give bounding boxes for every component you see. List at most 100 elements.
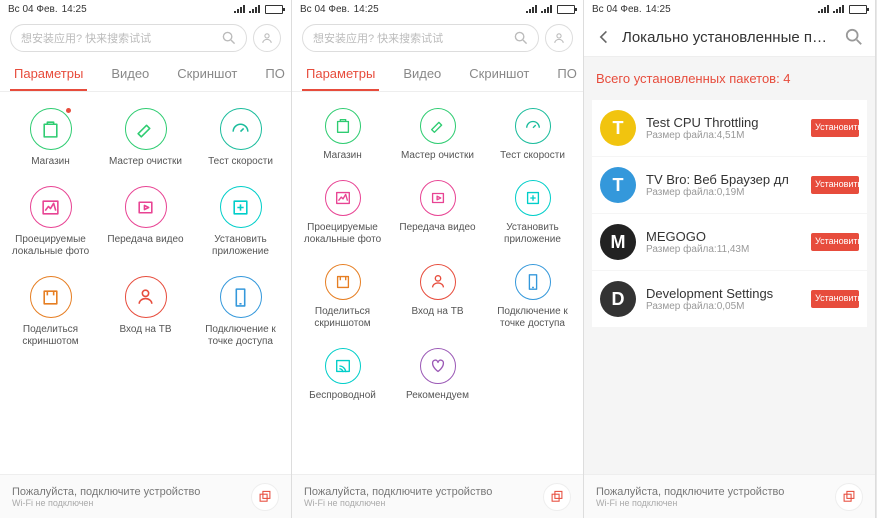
app-info: Test CPU ThrottlingРазмер файла:4,51M bbox=[646, 115, 801, 141]
grid-item[interactable]: Проецируемые локальные фото bbox=[4, 178, 97, 266]
grid-item[interactable]: Поделиться скриншотом bbox=[4, 268, 97, 356]
devices-icon bbox=[842, 490, 856, 504]
app-name: MEGOGO bbox=[646, 229, 801, 244]
grid-item[interactable]: Вход на ТВ bbox=[391, 256, 484, 338]
grid-item[interactable]: Тест скорости bbox=[486, 100, 579, 170]
grid-item[interactable]: Рекомендуем bbox=[391, 340, 484, 410]
grid-item-label: Мастер очистки bbox=[401, 150, 474, 162]
footer-sub: Wi-Fi не подключен bbox=[596, 498, 835, 508]
grid-item-label: Подключение к точке доступа bbox=[199, 324, 283, 348]
search-icon bbox=[845, 28, 863, 46]
grid-item-label: Проецируемые локальные фото bbox=[9, 234, 93, 258]
footer: Пожалуйста, подключите устройство Wi-Fi … bbox=[292, 474, 583, 518]
back-button[interactable] bbox=[596, 29, 612, 45]
tab-video[interactable]: Видео bbox=[107, 58, 153, 91]
tab-software[interactable]: ПО bbox=[553, 58, 580, 91]
search-button[interactable] bbox=[845, 28, 863, 46]
app-size: Размер файла:0,05M bbox=[646, 301, 801, 312]
footer-devices-button[interactable] bbox=[835, 483, 863, 511]
signal-icon bbox=[234, 5, 246, 13]
grid-item[interactable]: Мастер очистки bbox=[391, 100, 484, 170]
photo-icon bbox=[30, 186, 72, 228]
search-input[interactable]: 想安装应用? 快来搜索试试 bbox=[302, 24, 539, 52]
grid-item-label: Магазин bbox=[31, 156, 70, 168]
status-bar: Вс 04 Фев. 14:25 bbox=[0, 0, 291, 18]
grid-item[interactable]: Проецируемые локальные фото bbox=[296, 172, 389, 254]
heart-icon bbox=[420, 348, 456, 384]
app-icon: T bbox=[600, 110, 636, 146]
footer-title: Пожалуйста, подключите устройство bbox=[304, 486, 543, 498]
app-row[interactable]: TTV Bro: Веб Браузер длРазмер файла:0,19… bbox=[592, 157, 867, 214]
user-button[interactable] bbox=[253, 24, 281, 52]
feature-grid: Магазин Мастер очистки Тест скорости Проеци… bbox=[292, 92, 583, 474]
install-button[interactable]: Установить bbox=[811, 233, 859, 251]
status-bar: Вс 04 Фев. 14:25 bbox=[584, 0, 875, 18]
tab-screenshot[interactable]: Скриншот bbox=[465, 58, 533, 91]
footer-sub: Wi-Fi не подключен bbox=[12, 498, 251, 508]
battery-icon bbox=[849, 5, 867, 14]
search-row: 想安装应用? 快来搜索试试 bbox=[0, 18, 291, 58]
status-date: Вс 04 Фев. bbox=[8, 4, 58, 15]
grid-item[interactable]: Подключение к точке доступа bbox=[486, 256, 579, 338]
photo-icon bbox=[325, 180, 361, 216]
gauge-icon bbox=[515, 108, 551, 144]
grid-item-label: Рекомендуем bbox=[406, 390, 469, 402]
search-placeholder: 想安装应用? 快来搜索试试 bbox=[313, 30, 514, 46]
signal-icon bbox=[833, 5, 845, 13]
install-button[interactable]: Установить bbox=[811, 119, 859, 137]
grid-item-label: Магазин bbox=[323, 150, 362, 162]
gauge-icon bbox=[220, 108, 262, 150]
grid-item-label: Поделиться скриншотом bbox=[301, 306, 385, 330]
grid-item[interactable]: Магазин bbox=[296, 100, 389, 170]
grid-item[interactable]: Передача видео bbox=[99, 178, 192, 266]
tab-software[interactable]: ПО bbox=[261, 58, 288, 91]
grid-item[interactable]: Беспроводной bbox=[296, 340, 389, 410]
footer-devices-button[interactable] bbox=[251, 483, 279, 511]
brush-icon bbox=[125, 108, 167, 150]
grid-item[interactable]: Вход на ТВ bbox=[99, 268, 192, 356]
grid-item[interactable]: Мастер очистки bbox=[99, 100, 192, 176]
video-icon bbox=[420, 180, 456, 216]
grid-item[interactable]: Установить приложение bbox=[486, 172, 579, 254]
page-title: Локально установленные паке… bbox=[622, 29, 835, 46]
footer-devices-button[interactable] bbox=[543, 483, 571, 511]
app-row[interactable]: MMEGOGOРазмер файла:11,43MУстановить bbox=[592, 214, 867, 271]
grid-item[interactable]: Передача видео bbox=[391, 172, 484, 254]
grid-item[interactable]: Магазин bbox=[4, 100, 97, 176]
user-button[interactable] bbox=[545, 24, 573, 52]
grid-item-label: Проецируемые локальные фото bbox=[301, 222, 385, 246]
search-placeholder: 想安装应用? 快来搜索试试 bbox=[21, 30, 222, 46]
search-input[interactable]: 想安装应用? 快来搜索试试 bbox=[10, 24, 247, 52]
person-icon bbox=[420, 264, 456, 300]
search-icon bbox=[222, 31, 236, 45]
signal-icon bbox=[541, 5, 553, 13]
tab-video[interactable]: Видео bbox=[399, 58, 445, 91]
app-icon: D bbox=[600, 281, 636, 317]
notification-dot bbox=[66, 108, 71, 113]
grid-item-label: Мастер очистки bbox=[109, 156, 182, 168]
search-row: 想安装应用? 快来搜索试试 bbox=[292, 18, 583, 58]
tab-params[interactable]: Параметры bbox=[10, 58, 87, 91]
app-info: TV Bro: Веб Браузер длРазмер файла:0,19M bbox=[646, 172, 801, 198]
install-button[interactable]: Установить bbox=[811, 290, 859, 308]
app-row[interactable]: DDevelopment SettingsРазмер файла:0,05MУ… bbox=[592, 271, 867, 328]
grid-item-label: Тест скорости bbox=[500, 150, 565, 162]
install-button[interactable]: Установить bbox=[811, 176, 859, 194]
grid-item[interactable]: Подключение к точке доступа bbox=[194, 268, 287, 356]
grid-item[interactable]: Установить приложение bbox=[194, 178, 287, 266]
grid-item[interactable]: Поделиться скриншотом bbox=[296, 256, 389, 338]
bag-icon bbox=[30, 108, 72, 150]
signal-icon bbox=[526, 5, 538, 13]
grid-item[interactable]: Тест скорости bbox=[194, 100, 287, 176]
app-row[interactable]: T Test CPU ThrottlingРазмер файла:4,51M Ус… bbox=[592, 100, 867, 157]
tabs: Параметры Видео Скриншот ПО bbox=[292, 58, 583, 92]
app-icon bbox=[220, 186, 262, 228]
grid-item-label: Вход на ТВ bbox=[411, 306, 463, 318]
app-info: MEGOGOРазмер файла:11,43M bbox=[646, 229, 801, 255]
signal-icon bbox=[818, 5, 830, 13]
cut-icon bbox=[325, 264, 361, 300]
tab-params[interactable]: Параметры bbox=[302, 58, 379, 91]
footer: Пожалуйста, подключите устройство Wi-Fi … bbox=[584, 474, 875, 518]
footer-title: Пожалуйста, подключите устройство bbox=[596, 486, 835, 498]
tab-screenshot[interactable]: Скриншот bbox=[173, 58, 241, 91]
